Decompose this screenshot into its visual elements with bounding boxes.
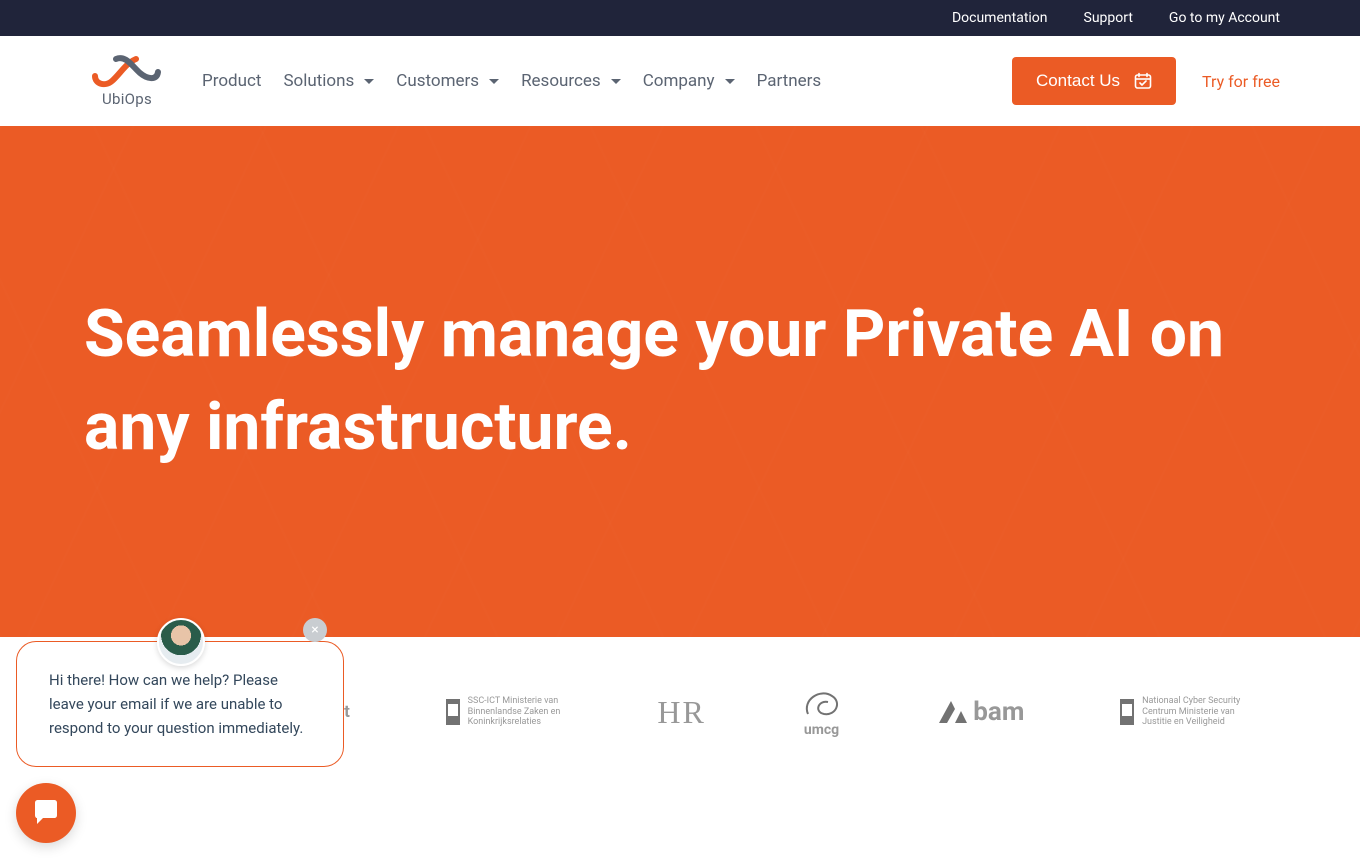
main-nav: UbiOps Product Solutions Customers Resou… <box>0 36 1360 126</box>
chevron-down-icon <box>489 79 499 84</box>
brand-name: UbiOps <box>102 90 152 108</box>
try-free-link[interactable]: Try for free <box>1202 72 1280 91</box>
logo-icon <box>92 54 162 88</box>
hero-section: Seamlessly manage your Private AI on any… <box>0 126 1360 637</box>
chevron-down-icon <box>725 79 735 84</box>
nav-company[interactable]: Company <box>643 71 735 91</box>
chat-message: Hi there! How can we help? Please leave … <box>49 671 303 737</box>
chevron-down-icon <box>611 79 621 84</box>
nav-solutions[interactable]: Solutions <box>283 71 374 91</box>
chevron-down-icon <box>364 79 374 84</box>
swirl-icon <box>800 686 844 722</box>
partner-logo: HR <box>657 682 705 742</box>
close-icon: × <box>311 623 318 637</box>
bam-icon <box>937 699 967 725</box>
top-link-account[interactable]: Go to my Account <box>1169 10 1280 26</box>
partner-logo: bam <box>937 682 1024 742</box>
brand-logo[interactable]: UbiOps <box>92 54 162 108</box>
chat-launcher-button[interactable] <box>16 783 76 843</box>
partner-logo: umcg <box>800 682 844 742</box>
nav-product[interactable]: Product <box>202 71 261 91</box>
crest-icon <box>1118 698 1136 726</box>
crest-icon <box>444 698 462 726</box>
hero-headline: Seamlessly manage your Private AI on any… <box>84 289 1234 474</box>
calendar-check-icon <box>1134 72 1152 90</box>
nav-right: Contact Us Try for free <box>1012 57 1280 105</box>
nav-items: Product Solutions Customers Resources Co… <box>202 71 821 91</box>
partner-logo: Nationaal Cyber Security Centrum Ministe… <box>1118 682 1248 742</box>
partner-logo: SSC-ICT Ministerie van Binnenlandse Zake… <box>444 682 564 742</box>
chat-close-button[interactable]: × <box>303 618 327 642</box>
top-bar: Documentation Support Go to my Account <box>0 0 1360 36</box>
top-link-documentation[interactable]: Documentation <box>952 10 1048 26</box>
chat-widget: × Hi there! How can we help? Please leav… <box>16 783 76 843</box>
top-link-support[interactable]: Support <box>1084 10 1133 26</box>
contact-button[interactable]: Contact Us <box>1012 57 1176 105</box>
nav-customers[interactable]: Customers <box>396 71 499 91</box>
nav-partners[interactable]: Partners <box>757 71 822 91</box>
chat-popup[interactable]: × Hi there! How can we help? Please leav… <box>16 641 344 767</box>
nav-resources[interactable]: Resources <box>521 71 621 91</box>
chat-icon <box>31 798 61 828</box>
chat-avatar <box>157 618 205 666</box>
